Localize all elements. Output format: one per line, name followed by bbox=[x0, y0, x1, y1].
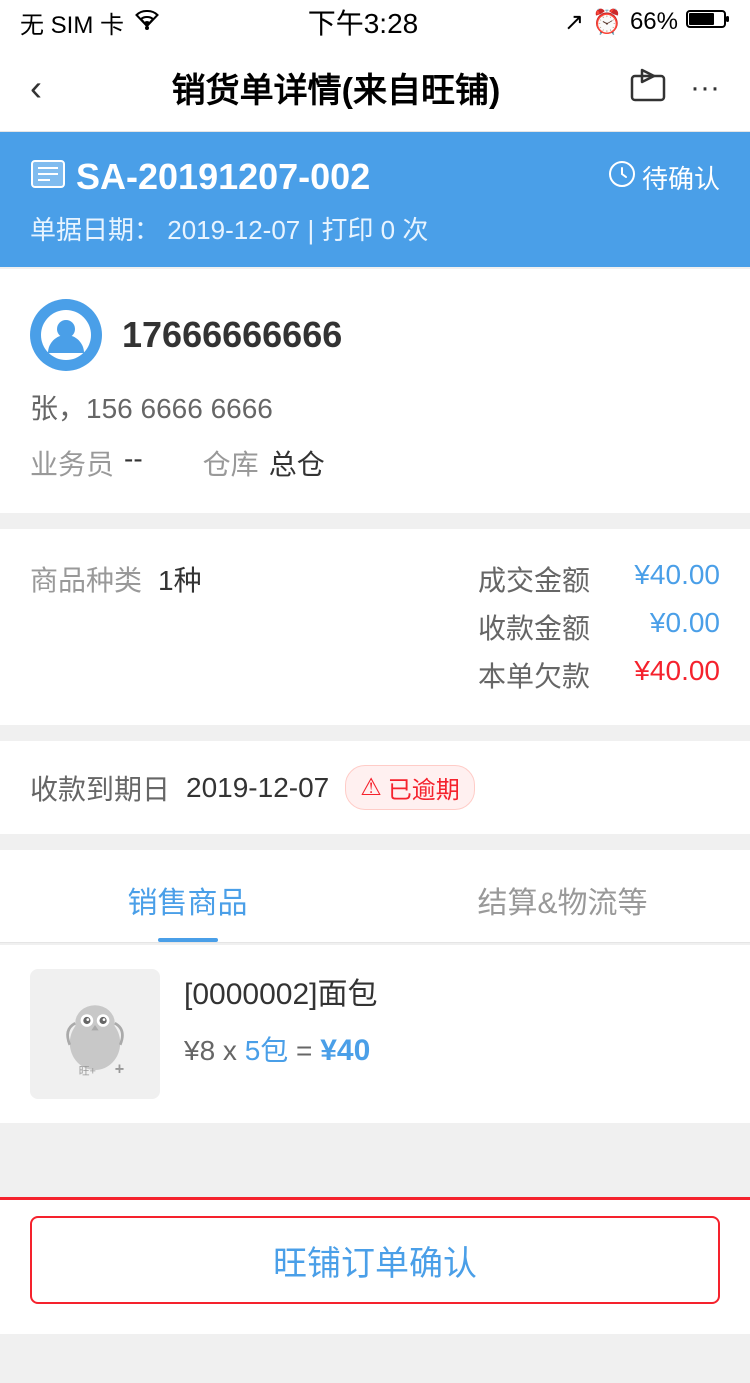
status-bar-right: ↗ ⏰ 66% bbox=[564, 8, 730, 37]
avatar bbox=[30, 299, 102, 371]
status-bar-left: 无 SIM 卡 bbox=[20, 5, 162, 40]
nav-actions: ··· bbox=[630, 66, 720, 110]
battery-icon bbox=[686, 8, 730, 37]
bottom-bar: 旺铺订单确认 bbox=[0, 1197, 750, 1334]
received-label: 收款金额 bbox=[478, 607, 590, 647]
summary-card: 商品种类 1种 成交金额 ¥40.00 收款金额 ¥0.00 本单欠款 ¥40.… bbox=[0, 529, 750, 725]
location-icon: ↗ bbox=[564, 8, 584, 37]
product-thumbnail: + 旺+ bbox=[30, 969, 160, 1099]
order-header: SA-20191207-002 待确认 单据日期： 2019-12-07 | 打… bbox=[0, 132, 750, 267]
carrier-label: 无 SIM 卡 bbox=[20, 5, 124, 40]
battery-label: 66% bbox=[630, 8, 678, 36]
order-date: 单据日期： 2019-12-07 | 打印 0 次 bbox=[30, 210, 720, 247]
product-type: 商品种类 1种 bbox=[30, 559, 478, 599]
customer-name: 张，156 6666 6666 bbox=[30, 387, 720, 427]
wifi-icon bbox=[132, 8, 162, 37]
customer-meta: 业务员 -- 仓库 总仓 bbox=[30, 443, 720, 483]
alarm-icon: ⏰ bbox=[592, 8, 622, 37]
product-card: + 旺+ [0000002]面包 ¥8 x 5包 = ¥40 bbox=[0, 945, 750, 1123]
balance-label: 本单欠款 bbox=[478, 655, 590, 695]
more-icon[interactable]: ··· bbox=[690, 71, 720, 105]
svg-text:旺+: 旺+ bbox=[79, 1066, 96, 1078]
warehouse-value: 总仓 bbox=[269, 443, 325, 483]
customer-phone[interactable]: 17666666666 bbox=[122, 314, 342, 356]
overdue-badge: ⚠ 已逾期 bbox=[345, 765, 475, 810]
amount-label: 成交金额 bbox=[478, 559, 590, 599]
page-title: 销货单详情(来自旺铺) bbox=[172, 63, 501, 112]
due-label: 收款到期日 bbox=[30, 768, 170, 808]
warning-icon: ⚠ bbox=[360, 773, 382, 802]
share-icon[interactable] bbox=[630, 66, 666, 110]
tabs: 销售商品 结算&物流等 bbox=[0, 850, 750, 943]
product-info: [0000002]面包 ¥8 x 5包 = ¥40 bbox=[184, 969, 720, 1069]
warehouse-label: 仓库 bbox=[203, 443, 259, 483]
order-status: 待确认 bbox=[608, 159, 720, 196]
due-date-card: 收款到期日 2019-12-07 ⚠ 已逾期 bbox=[0, 741, 750, 834]
order-number: SA-20191207-002 bbox=[30, 156, 370, 198]
amount-value: ¥40.00 bbox=[610, 559, 720, 599]
status-bar: 无 SIM 卡 下午3:28 ↗ ⏰ 66% bbox=[0, 0, 750, 44]
order-icon bbox=[30, 156, 66, 198]
clock-icon bbox=[608, 160, 636, 195]
back-button[interactable]: ‹ bbox=[30, 67, 42, 109]
nav-bar: ‹ 销货单详情(来自旺铺) ··· bbox=[0, 44, 750, 132]
product-name: [0000002]面包 bbox=[184, 969, 720, 1013]
tab-settlement[interactable]: 结算&物流等 bbox=[375, 850, 750, 942]
amounts: 成交金额 ¥40.00 收款金额 ¥0.00 本单欠款 ¥40.00 bbox=[478, 559, 720, 695]
received-value: ¥0.00 bbox=[610, 607, 720, 647]
tab-sales[interactable]: 销售商品 bbox=[0, 850, 375, 942]
due-date-value: 2019-12-07 bbox=[186, 772, 329, 804]
svg-text:+: + bbox=[115, 1061, 124, 1079]
confirm-order-button[interactable]: 旺铺订单确认 bbox=[30, 1216, 720, 1304]
salesperson-label: 业务员 bbox=[30, 443, 114, 483]
salesperson-value: -- bbox=[124, 443, 143, 483]
balance-value: ¥40.00 bbox=[610, 655, 720, 695]
product-price: ¥8 x 5包 = ¥40 bbox=[184, 1029, 720, 1069]
customer-card: 17666666666 张，156 6666 6666 业务员 -- 仓库 总仓 bbox=[0, 269, 750, 513]
status-bar-time: 下午3:28 bbox=[308, 2, 419, 42]
